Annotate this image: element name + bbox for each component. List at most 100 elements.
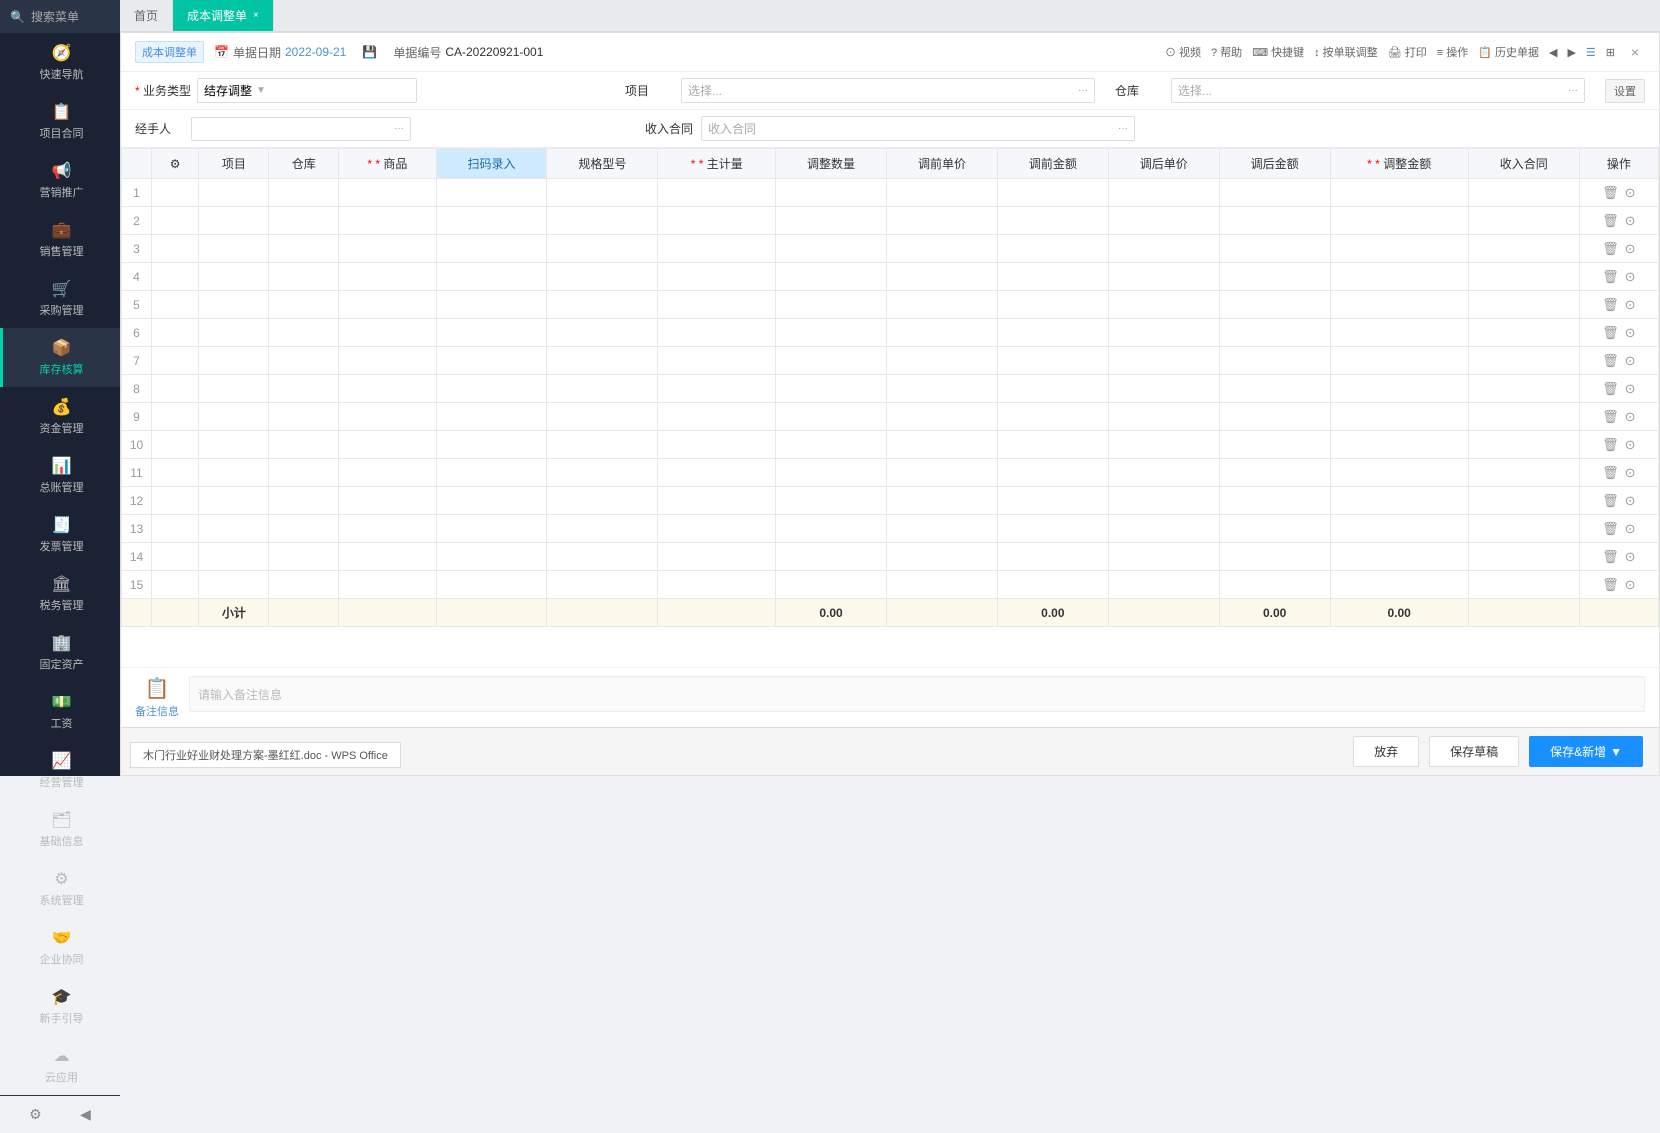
- cell-prev_unit_price-7[interactable]: [887, 347, 998, 375]
- cell-adj_amount-8[interactable]: [1330, 375, 1468, 403]
- project-input[interactable]: 选择... ···: [681, 78, 1095, 103]
- cell-settings-13[interactable]: [152, 515, 199, 543]
- cell-adj_amount-12[interactable]: [1330, 487, 1468, 515]
- sidebar-item-quick-nav[interactable]: 🧭快速导航: [0, 33, 120, 92]
- cell-adj_qty-14[interactable]: [776, 543, 887, 571]
- cell-after_unit_price-6[interactable]: [1108, 319, 1219, 347]
- cell-warehouse-5[interactable]: [269, 291, 339, 319]
- cell-income_contract-14[interactable]: [1468, 543, 1579, 571]
- cell-after_amount-7[interactable]: [1219, 347, 1330, 375]
- cell-warehouse-13[interactable]: [269, 515, 339, 543]
- cell-warehouse-6[interactable]: [269, 319, 339, 347]
- cell-after_unit_price-8[interactable]: [1108, 375, 1219, 403]
- copy-icon-2[interactable]: ⊙: [1625, 213, 1636, 229]
- cell-unit-4[interactable]: [658, 263, 776, 291]
- cell-prev_amount-5[interactable]: [997, 291, 1108, 319]
- cell-warehouse-3[interactable]: [269, 235, 339, 263]
- cell-settings-2[interactable]: [152, 207, 199, 235]
- cell-project-7[interactable]: [199, 347, 269, 375]
- agent-input[interactable]: ···: [191, 117, 411, 141]
- cell-prev_amount-14[interactable]: [997, 543, 1108, 571]
- cell-adj_amount-3[interactable]: [1330, 235, 1468, 263]
- action-history[interactable]: 📋 历史单据: [1478, 44, 1539, 60]
- copy-icon-15[interactable]: ⊙: [1625, 577, 1636, 593]
- business-type-input[interactable]: 结存调整 ▼: [197, 78, 417, 103]
- cell-product-7[interactable]: [339, 347, 436, 375]
- settings-button[interactable]: 设置: [1605, 79, 1645, 103]
- cell-warehouse-12[interactable]: [269, 487, 339, 515]
- cell-project-10[interactable]: [199, 431, 269, 459]
- cell-product-14[interactable]: [339, 543, 436, 571]
- cell-prev_amount-2[interactable]: [997, 207, 1108, 235]
- cell-adj_amount-6[interactable]: [1330, 319, 1468, 347]
- cell-adj_amount-14[interactable]: [1330, 543, 1468, 571]
- delete-icon-6[interactable]: 🗑: [1602, 325, 1619, 341]
- cell-spec-1[interactable]: [547, 179, 658, 207]
- cell-after_unit_price-11[interactable]: [1108, 459, 1219, 487]
- cell-product-12[interactable]: [339, 487, 436, 515]
- cell-settings-5[interactable]: [152, 291, 199, 319]
- cell-adj_qty-9[interactable]: [776, 403, 887, 431]
- cell-income_contract-10[interactable]: [1468, 431, 1579, 459]
- cell-after_amount-8[interactable]: [1219, 375, 1330, 403]
- cell-spec-3[interactable]: [547, 235, 658, 263]
- tab-close-cost-adjust[interactable]: ×: [253, 10, 259, 21]
- cell-after_amount-2[interactable]: [1219, 207, 1330, 235]
- cell-adj_amount-9[interactable]: [1330, 403, 1468, 431]
- cell-after_unit_price-14[interactable]: [1108, 543, 1219, 571]
- delete-icon-2[interactable]: 🗑: [1602, 213, 1619, 229]
- notes-icon-section[interactable]: 📋 备注信息: [135, 676, 179, 719]
- cell-income_contract-2[interactable]: [1468, 207, 1579, 235]
- delete-icon-4[interactable]: 🗑: [1602, 269, 1619, 285]
- copy-icon-14[interactable]: ⊙: [1625, 549, 1636, 565]
- sidebar-item-fund-mgmt[interactable]: 💰资金管理: [0, 387, 120, 446]
- collapse-icon[interactable]: ◀: [80, 1106, 91, 1123]
- cell-adj_qty-1[interactable]: [776, 179, 887, 207]
- action-help[interactable]: ? 帮助: [1211, 44, 1242, 60]
- sidebar-item-purchase-mgmt[interactable]: 🛒采购管理: [0, 269, 120, 328]
- cell-after_unit_price-15[interactable]: [1108, 571, 1219, 599]
- table-row[interactable]: 10 🗑 ⊙: [122, 431, 1659, 459]
- delete-icon-15[interactable]: 🗑: [1602, 577, 1619, 593]
- copy-icon-10[interactable]: ⊙: [1625, 437, 1636, 453]
- cell-unit-11[interactable]: [658, 459, 776, 487]
- cell-warehouse-11[interactable]: [269, 459, 339, 487]
- cell-scan-7[interactable]: [436, 347, 547, 375]
- cell-spec-8[interactable]: [547, 375, 658, 403]
- cell-scan-6[interactable]: [436, 319, 547, 347]
- cell-prev_amount-7[interactable]: [997, 347, 1108, 375]
- tab-home[interactable]: 首页: [120, 0, 173, 31]
- cell-after_unit_price-5[interactable]: [1108, 291, 1219, 319]
- cell-warehouse-15[interactable]: [269, 571, 339, 599]
- cell-adj_qty-4[interactable]: [776, 263, 887, 291]
- cell-after_amount-5[interactable]: [1219, 291, 1330, 319]
- cell-income_contract-13[interactable]: [1468, 515, 1579, 543]
- cell-after_unit_price-10[interactable]: [1108, 431, 1219, 459]
- sidebar-item-fixed-assets[interactable]: 🏢固定资产: [0, 623, 120, 682]
- copy-icon-7[interactable]: ⊙: [1625, 353, 1636, 369]
- cell-prev_amount-11[interactable]: [997, 459, 1108, 487]
- cell-prev_unit_price-1[interactable]: [887, 179, 998, 207]
- cell-prev_unit_price-8[interactable]: [887, 375, 998, 403]
- cell-spec-10[interactable]: [547, 431, 658, 459]
- cell-prev_amount-1[interactable]: [997, 179, 1108, 207]
- cell-unit-8[interactable]: [658, 375, 776, 403]
- cell-unit-9[interactable]: [658, 403, 776, 431]
- cell-after_unit_price-9[interactable]: [1108, 403, 1219, 431]
- cell-spec-9[interactable]: [547, 403, 658, 431]
- cell-prev_unit_price-5[interactable]: [887, 291, 998, 319]
- tab-cost-adjust[interactable]: 成本调整单×: [173, 0, 274, 31]
- cell-prev_unit_price-13[interactable]: [887, 515, 998, 543]
- cell-adj_amount-10[interactable]: [1330, 431, 1468, 459]
- cell-after_amount-3[interactable]: [1219, 235, 1330, 263]
- cell-scan-15[interactable]: [436, 571, 547, 599]
- cell-product-8[interactable]: [339, 375, 436, 403]
- cell-warehouse-10[interactable]: [269, 431, 339, 459]
- copy-icon-12[interactable]: ⊙: [1625, 493, 1636, 509]
- cell-adj_amount-1[interactable]: [1330, 179, 1468, 207]
- close-button[interactable]: ×: [1625, 42, 1645, 62]
- cell-income_contract-4[interactable]: [1468, 263, 1579, 291]
- save-new-button[interactable]: 保存&新增 ▼: [1529, 736, 1643, 767]
- cell-prev_unit_price-6[interactable]: [887, 319, 998, 347]
- cell-adj_qty-6[interactable]: [776, 319, 887, 347]
